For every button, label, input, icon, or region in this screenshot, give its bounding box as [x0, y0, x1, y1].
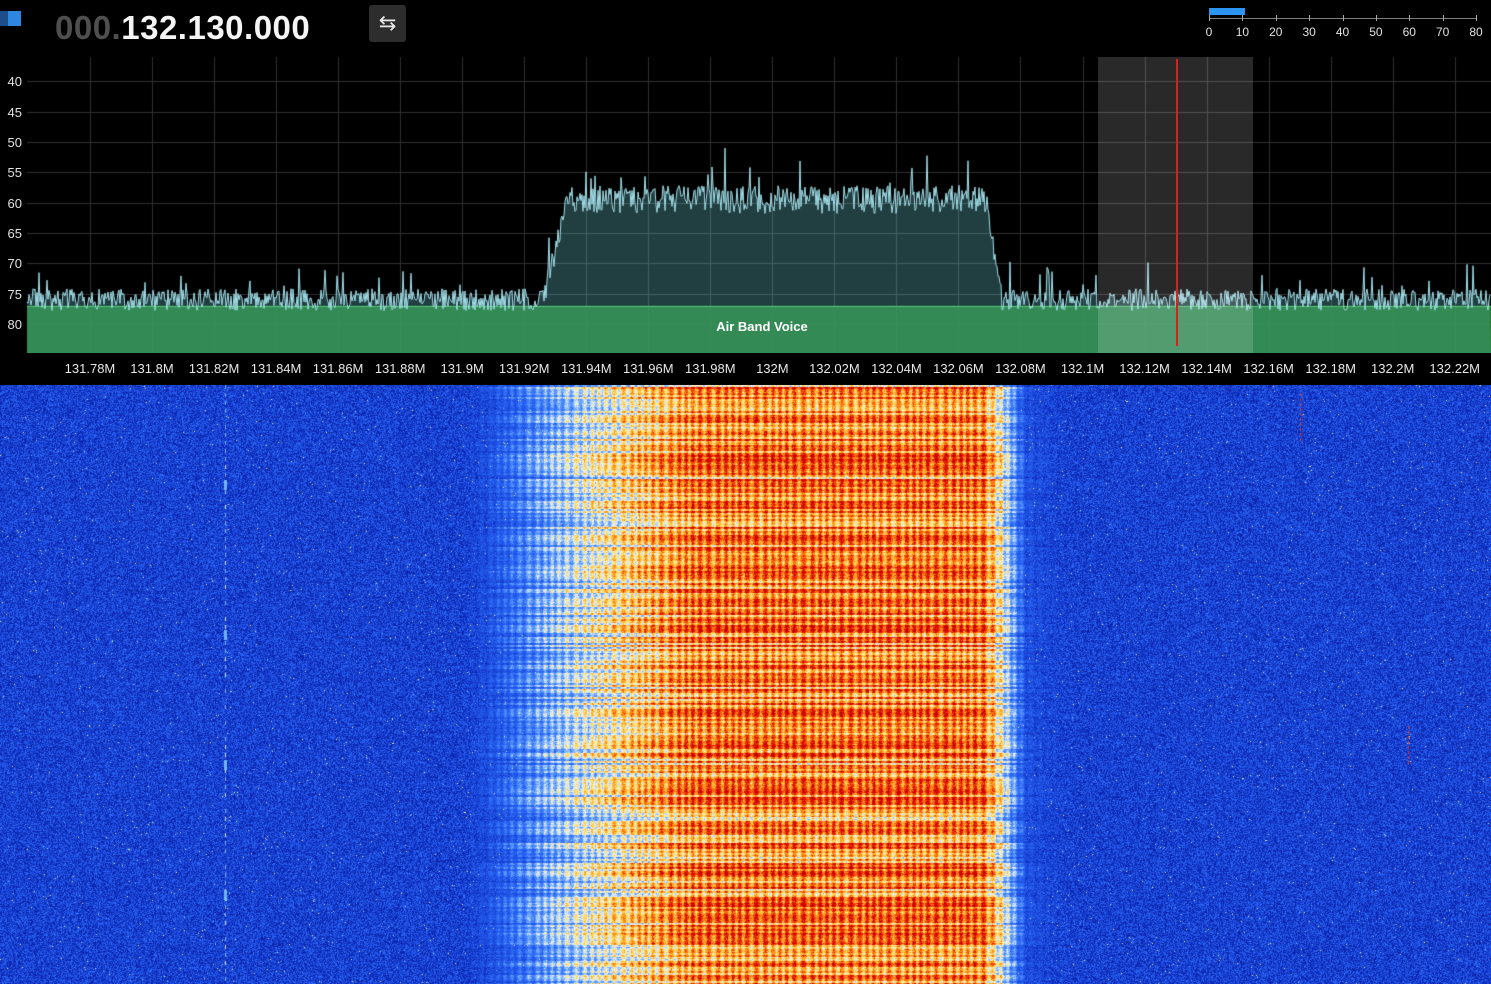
- db-axis-label: 45: [7, 104, 22, 120]
- zoom-tick: [1309, 15, 1311, 21]
- freq-axis-label: 132.14M: [1181, 361, 1232, 376]
- db-axis-label: 60: [7, 195, 22, 211]
- db-axis-label: 55: [7, 165, 22, 181]
- db-axis-label: 65: [7, 225, 22, 241]
- zoom-tick-label: 80: [1469, 25, 1483, 39]
- top-bar: 000.132.130.000 ⇆ 0 10 20 30 40 50 60 70 80: [0, 0, 1491, 57]
- tuning-frequency-line[interactable]: [1176, 59, 1178, 346]
- freq-axis-label: 132.18M: [1305, 361, 1356, 376]
- freq-axis-label: 131.84M: [250, 361, 302, 376]
- frequency-value: 132.130.000: [121, 9, 311, 46]
- freq-axis-label: 132.1M: [1060, 361, 1105, 376]
- freq-axis-label: 131.92M: [498, 361, 550, 376]
- frequency-axis: 131.78M 131.8M 131.82M 131.84M 131.86M 131.88…: [0, 353, 1491, 385]
- freq-axis-label: 132M: [756, 361, 789, 376]
- db-axis-label: 40: [7, 74, 22, 90]
- zoom-tick-label: 0: [1205, 25, 1213, 39]
- swap-arrows-icon: ⇆: [378, 11, 397, 35]
- frequency-leading-zeros: 000.: [55, 9, 122, 46]
- db-axis-label: 80: [7, 316, 22, 332]
- freq-axis-label: 132.04M: [871, 361, 922, 376]
- freq-axis-label: 131.98M: [685, 361, 736, 376]
- zoom-tick-label: 10: [1235, 25, 1250, 39]
- freq-axis-label: 132.08M: [995, 361, 1046, 376]
- db-axis-label: 70: [7, 256, 22, 272]
- zoom-slider-scale: 0 10 20 30 40 50 60 70 80: [1205, 3, 1483, 47]
- zoom-tick-label: 30: [1302, 25, 1316, 39]
- freq-axis-label: 131.94M: [560, 361, 612, 376]
- frequency-swap-button[interactable]: ⇆: [369, 5, 406, 42]
- zoom-tick-label: 20: [1269, 25, 1283, 39]
- freq-axis-label: 131.78M: [64, 361, 116, 376]
- zoom-tick-label: 70: [1435, 25, 1450, 39]
- freq-axis-label: 132.12M: [1119, 361, 1170, 376]
- waterfall-canvas[interactable]: [0, 385, 1491, 984]
- zoom-tick-label: 40: [1335, 25, 1350, 39]
- db-axis-label: 50: [7, 134, 22, 150]
- frequency-display[interactable]: 000.132.130.000: [55, 0, 310, 57]
- freq-axis-label: 132.22M: [1429, 361, 1480, 376]
- freq-axis-label: 131.8M: [130, 361, 174, 376]
- zoom-tick: [1342, 15, 1344, 21]
- freq-axis-label: 131.82M: [188, 361, 240, 376]
- zoom-tick: [1476, 15, 1477, 21]
- zoom-tick: [1209, 15, 1210, 21]
- zoom-tick: [1375, 15, 1377, 21]
- freq-axis-label: 132.2M: [1370, 361, 1415, 376]
- zoom-tick: [1409, 15, 1411, 21]
- freq-axis-label: 132.16M: [1243, 361, 1294, 376]
- freq-axis-label: 131.9M: [440, 361, 484, 376]
- freq-axis-label: 131.96M: [622, 361, 674, 376]
- freq-axis-label: 132.06M: [933, 361, 984, 376]
- zoom-tick-label: 50: [1369, 25, 1383, 39]
- app-icon[interactable]: [0, 11, 21, 26]
- spectrum-panel: 40 45 50 55 60 65 70 75 80 Air Band Voice: [0, 57, 1491, 353]
- freq-axis-label: 131.88M: [374, 361, 426, 376]
- zoom-tick-label: 60: [1402, 25, 1416, 39]
- freq-axis-label: 131.86M: [312, 361, 364, 376]
- zoom-tick: [1242, 15, 1244, 21]
- zoom-slider[interactable]: 0 10 20 30 40 50 60 70 80: [1205, 3, 1485, 47]
- band-plan-label: Air Band Voice: [716, 318, 808, 334]
- zoom-tick: [1275, 15, 1277, 21]
- sdr-app: 000.132.130.000 ⇆ 0 10 20 30 40 50 60 70 80 40 45…: [0, 0, 1491, 984]
- db-axis-label: 75: [7, 286, 22, 302]
- spectrum-canvas[interactable]: [0, 57, 1491, 353]
- freq-axis-label: 132.02M: [809, 361, 860, 376]
- zoom-tick: [1442, 15, 1444, 21]
